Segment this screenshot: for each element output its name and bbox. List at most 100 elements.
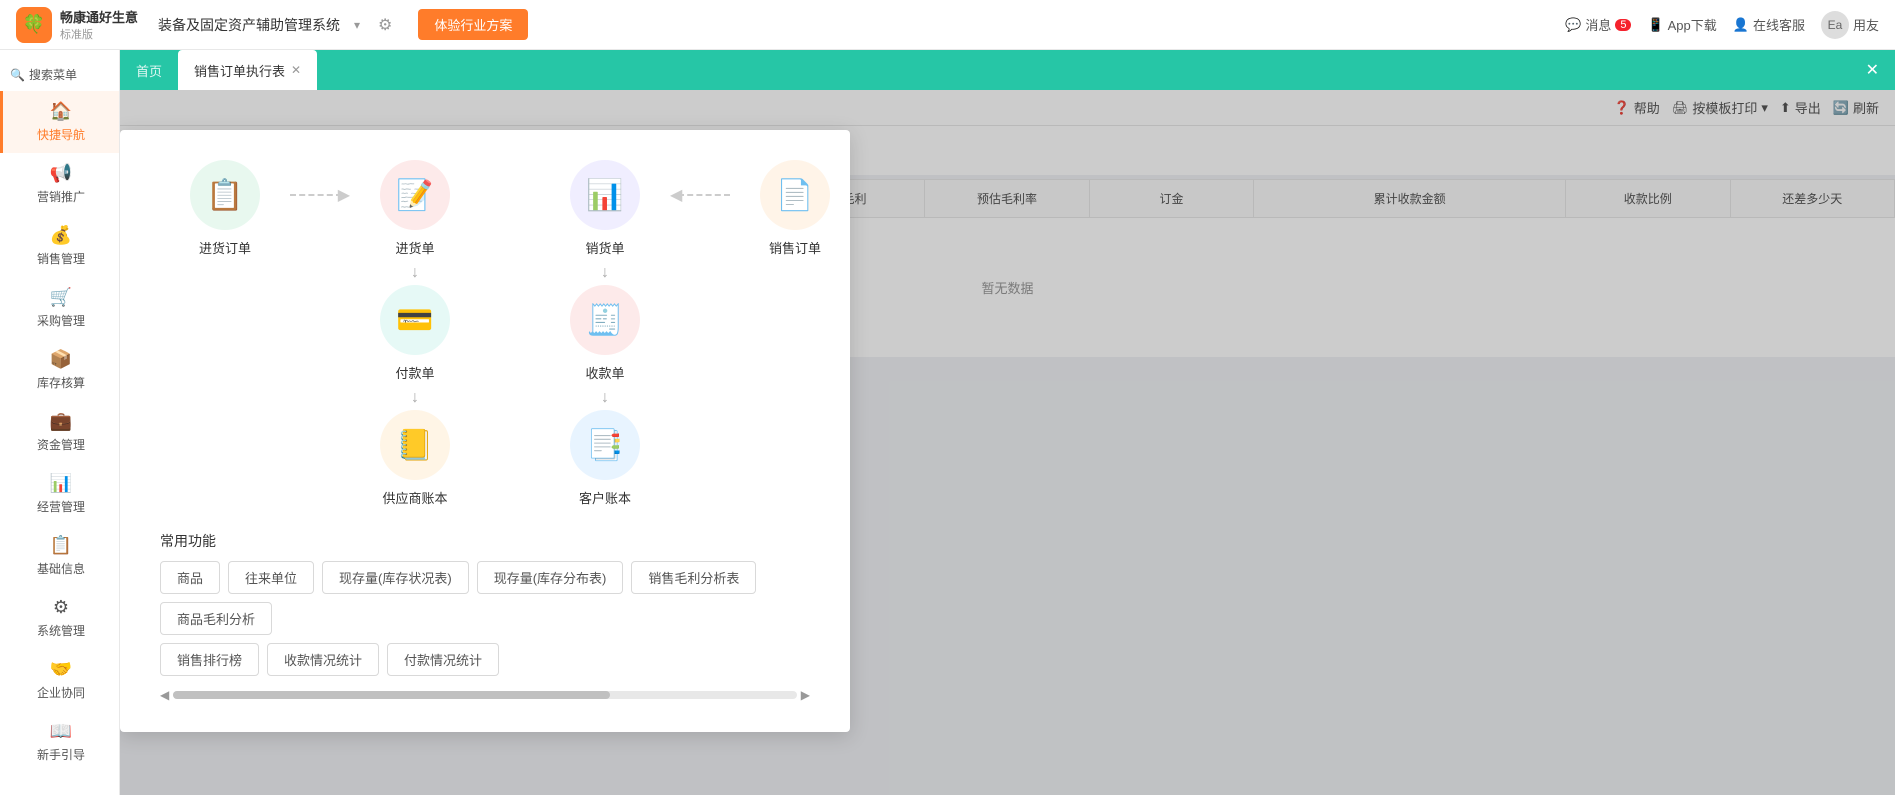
sidebar-item-purchase[interactable]: 🛒 采购管理 [0,277,119,339]
func-btn-supplier-unit[interactable]: 往来单位 [228,561,314,594]
sidebar-item-label-sales: 销售管理 [37,250,85,267]
basic-info-icon: 📋 [50,535,72,556]
message-badge: 5 [1615,19,1631,31]
user-name: 用友 [1853,15,1879,34]
operation-icon: 📊 [50,473,72,494]
sidebar-item-finance[interactable]: 💼 资金管理 [0,401,119,463]
scroll-right-icon[interactable]: ▶ [801,688,810,702]
modal-scrollbar: ◀ ▶ [160,688,810,702]
system-dropdown-icon[interactable]: ▾ [354,18,360,32]
purchase-order-label: 进货订单 [199,238,251,257]
sidebar-item-guide[interactable]: 📖 新手引导 [0,711,119,773]
top-bar-right: 💬 消息 5 📱 App下载 👤 在线客服 Ea 用友 [1565,11,1879,39]
sidebar-item-marketing[interactable]: 📢 营销推广 [0,153,119,215]
purchase-order-icon: 📋 [206,178,243,213]
search-menu[interactable]: 🔍 搜索菜单 [0,58,119,91]
purchase-receipt-circle: 📝 [380,160,450,230]
logo-subtitle: 标准版 [60,26,138,42]
flow-row-3: 📒 供应商账本 📑 客户账本 [350,410,670,507]
search-icon: 🔍 [10,68,25,82]
receipt-icon: 🧾 [586,303,623,338]
func-btn-inventory-dist[interactable]: 现存量(库存分布表) [477,561,624,594]
sidebar-item-cooperation[interactable]: 🤝 企业协同 [0,649,119,711]
flow-item-payment[interactable]: 💳 付款单 [350,285,480,382]
app-download-button[interactable]: 📱 App下载 [1647,15,1716,34]
message-button[interactable]: 💬 消息 5 [1565,15,1631,34]
guide-icon: 📖 [50,721,72,742]
sidebar-item-inventory[interactable]: 📦 库存核算 [0,339,119,401]
sidebar-item-quick-nav[interactable]: 🏠 快捷导航 [0,91,119,153]
scroll-thumb [173,691,609,699]
online-service-label: 在线客服 [1753,15,1805,34]
modal: 📋 进货订单 ▶ 📝 [120,130,850,732]
func-btn-product-profit[interactable]: 商品毛利分析 [160,602,272,635]
sidebar-item-label-marketing: 营销推广 [37,188,85,205]
arrow-purchase-to-receipt: ▶ [290,185,350,205]
sidebar-item-system[interactable]: ⚙ 系统管理 [0,587,119,649]
arrow-sales-order-to-bill: ◀ [670,185,730,205]
supplier-ledger-label: 供应商账本 [382,488,447,507]
tab-sales-order-exec[interactable]: 销售订单执行表 ✕ [178,50,317,90]
arrow-v-purchase: ↓ [350,263,480,283]
inventory-icon: 📦 [50,349,72,370]
online-service-button[interactable]: 👤 在线客服 [1733,15,1805,34]
content-area: 首页 销售订单执行表 ✕ ✕ ❓ 帮助 🖨 [120,50,1895,795]
payment-label: 付款单 [395,363,434,382]
receipt-label: 收款单 [585,363,624,382]
modal-overlay: 📋 进货订单 ▶ 📝 [120,90,1895,795]
trial-button[interactable]: 体验行业方案 [418,9,528,40]
sidebar-item-sales[interactable]: 💰 销售管理 [0,215,119,277]
flow-item-receipt[interactable]: 🧾 收款单 [540,285,670,382]
common-functions: 常用功能 商品 往来单位 现存量(库存状况表) 现存量(库存分布表) 销售毛利分… [160,531,810,676]
sidebar-item-label-guide: 新手引导 [37,746,85,763]
sales-order-circle: 📄 [760,160,830,230]
flow-row-2: 💳 付款单 🧾 收款单 [350,285,670,382]
app-container: 🍀 畅康通好生意 标准版 装备及固定资产辅助管理系统 ▾ ⚙ 体验行业方案 💬 … [0,0,1895,795]
right-panel: ❓ 帮助 🖨 按模板打印 ▾ ⬆ 导出 🔄 刷新 [120,90,1895,795]
message-label: 消息 [1585,15,1611,34]
sales-bill-label: 销货单 [585,238,624,257]
func-btn-product[interactable]: 商品 [160,561,220,594]
sidebar-item-operation[interactable]: 📊 经营管理 [0,463,119,525]
arrow-v-receipt: ↓ [540,388,670,408]
customer-ledger-label: 客户账本 [579,488,631,507]
function-btns-row1: 商品 往来单位 现存量(库存状况表) 现存量(库存分布表) 销售毛利分析表 商品… [160,561,810,635]
settings-icon[interactable]: ⚙ [378,15,392,35]
vertical-arrows-row: ↓ ↓ [160,261,810,285]
scroll-track[interactable] [173,691,797,699]
user-menu[interactable]: Ea 用友 [1821,11,1879,39]
flow-item-purchase-order[interactable]: 📋 进货订单 [160,160,290,257]
tab-close-icon[interactable]: ✕ [291,63,301,77]
func-btn-inventory-status[interactable]: 现存量(库存状况表) [322,561,469,594]
finance-icon: 💼 [50,411,72,432]
purchase-icon: 🛒 [50,287,72,308]
func-btn-receipt-stats[interactable]: 收款情况统计 [267,643,379,676]
func-btn-sales-rank[interactable]: 销售排行榜 [160,643,259,676]
sales-bill-icon: 📊 [586,178,623,213]
flow-item-supplier-ledger[interactable]: 📒 供应商账本 [350,410,480,507]
sidebar-item-label-basic-info: 基础信息 [37,560,85,577]
top-bar: 🍀 畅康通好生意 标准版 装备及固定资产辅助管理系统 ▾ ⚙ 体验行业方案 💬 … [0,0,1895,50]
tab-bar-close-icon[interactable]: ✕ [1866,60,1895,80]
sidebar-item-label-finance: 资金管理 [37,436,85,453]
flow-item-purchase-receipt[interactable]: 📝 进货单 [350,160,480,257]
func-btn-sales-profit[interactable]: 销售毛利分析表 [631,561,756,594]
payment-circle: 💳 [380,285,450,355]
logo-icon: 🍀 [16,7,52,43]
quick-nav-icon: 🏠 [50,101,72,122]
func-btn-payment-stats[interactable]: 付款情况统计 [387,643,499,676]
app-download-label: App下载 [1668,15,1717,34]
customer-ledger-circle: 📑 [570,410,640,480]
sales-order-label: 销售订单 [769,238,821,257]
flow-item-customer-ledger[interactable]: 📑 客户账本 [540,410,670,507]
receipt-circle: 🧾 [570,285,640,355]
logo-title: 畅康通好生意 [60,7,138,26]
scroll-left-icon[interactable]: ◀ [160,688,169,702]
tab-home[interactable]: 首页 [120,50,178,90]
sidebar-item-label-inventory: 库存核算 [37,374,85,391]
function-btns-row2: 销售排行榜 收款情况统计 付款情况统计 [160,643,810,676]
sidebar-item-basic-info[interactable]: 📋 基础信息 [0,525,119,587]
flow-item-sales-bill[interactable]: 📊 销货单 [540,160,670,257]
avatar: Ea [1821,11,1849,39]
flow-item-sales-order[interactable]: 📄 销售订单 [730,160,860,257]
